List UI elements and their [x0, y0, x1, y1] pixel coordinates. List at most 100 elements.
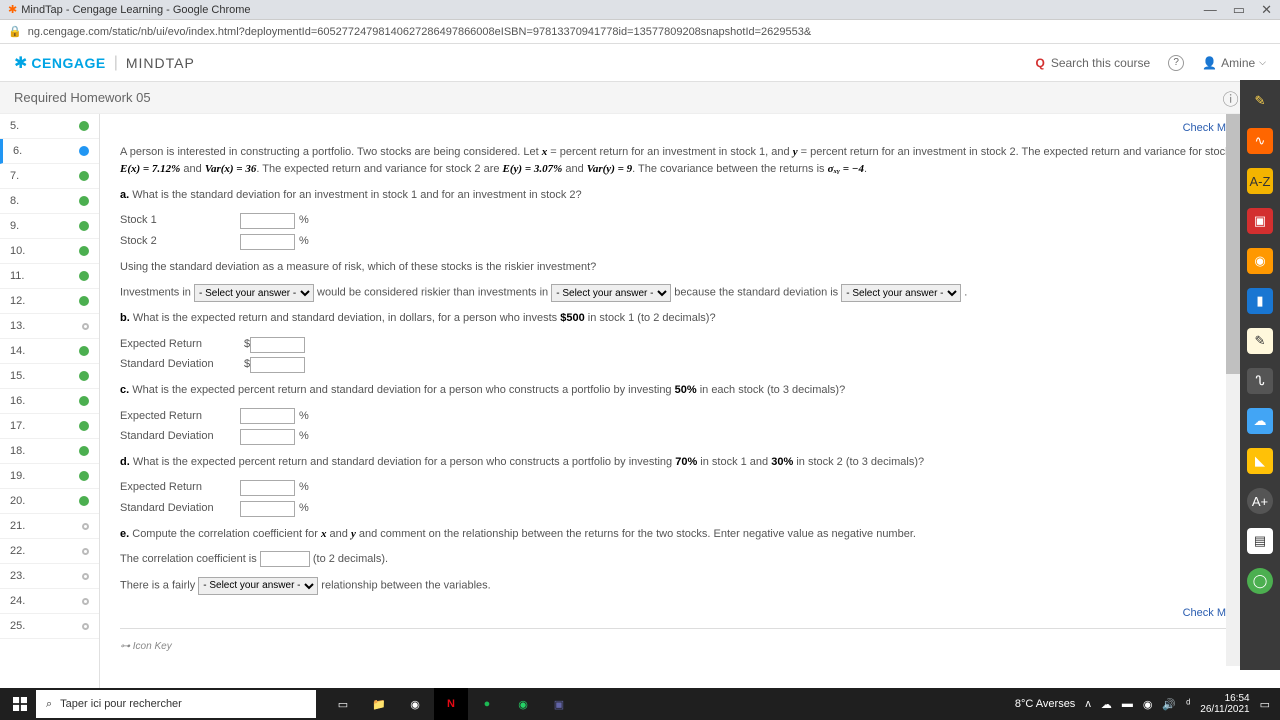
battery-icon[interactable]: ▬ [1122, 698, 1133, 710]
rss-icon[interactable]: ∿ [1247, 128, 1273, 154]
nav-item-11[interactable]: 11. [0, 264, 99, 289]
corr-input[interactable] [260, 551, 310, 567]
note-icon[interactable]: ✎ [1247, 328, 1273, 354]
notifications-icon[interactable]: ▭ [1260, 698, 1270, 711]
status-dot [79, 296, 89, 306]
status-dot [82, 598, 89, 605]
clock[interactable]: 16:54 26/11/2021 [1200, 693, 1249, 715]
stock2-input[interactable] [240, 234, 295, 250]
nav-item-12[interactable]: 12. [0, 289, 99, 314]
nav-item-8[interactable]: 8. [0, 189, 99, 214]
question-intro: A person is interested in constructing a… [120, 144, 1260, 179]
status-dot [82, 548, 89, 555]
icon-key: ⊶ Icon Key [120, 639, 1260, 655]
nav-item-22[interactable]: 22. [0, 539, 99, 564]
spotify-icon[interactable]: ● [470, 688, 504, 720]
nav-item-21[interactable]: 21. [0, 514, 99, 539]
nav-item-5[interactable]: 5. [0, 114, 99, 139]
nav-item-24[interactable]: 24. [0, 589, 99, 614]
browser-tab[interactable]: ✱ MindTap - Cengage Learning - Google Ch… [8, 3, 1204, 16]
part-e: e. Compute the correlation coefficient f… [120, 526, 1260, 544]
scrollbar[interactable] [1226, 114, 1240, 666]
part-d: d. What is the expected percent return a… [120, 454, 1260, 472]
d-expret-input[interactable] [240, 480, 295, 496]
check-my-work-bottom[interactable]: Check My Work [120, 605, 1260, 623]
onedrive-tray-icon[interactable]: ☁ [1101, 698, 1112, 711]
nav-item-6[interactable]: 6. [0, 139, 99, 164]
aplus-icon[interactable]: A+ [1247, 488, 1273, 514]
relationship-select[interactable]: - Select your answer - [198, 577, 318, 595]
nav-item-13[interactable]: 13. [0, 314, 99, 339]
nav-item-17[interactable]: 17. [0, 414, 99, 439]
riskier-select-3[interactable]: - Select your answer - [841, 284, 961, 302]
d-stddev-label: Standard Deviation [120, 500, 240, 518]
stock1-label: Stock 1 [120, 212, 240, 230]
explorer-icon[interactable]: 📁 [362, 688, 396, 720]
drive-icon[interactable]: ◣ [1247, 448, 1273, 474]
az-icon[interactable]: A-Z [1247, 168, 1273, 194]
wifi-icon[interactable]: ◉ [1143, 698, 1153, 711]
user-menu[interactable]: 👤 Amine ⌵ [1202, 56, 1266, 70]
riskier-select-2[interactable]: - Select your answer - [551, 284, 671, 302]
status-dot [79, 146, 89, 156]
b-stddev-input[interactable] [250, 357, 305, 373]
status-dot [82, 623, 89, 630]
nav-item-14[interactable]: 14. [0, 339, 99, 364]
stock1-input[interactable] [240, 213, 295, 229]
green-circle-icon[interactable]: ◯ [1247, 568, 1273, 594]
start-button[interactable] [4, 688, 36, 720]
help-icon[interactable]: ? [1168, 55, 1184, 71]
part-c: c. What is the expected percent return a… [120, 382, 1260, 400]
volume-icon[interactable]: 🔊 [1162, 698, 1176, 711]
nav-item-7[interactable]: 7. [0, 164, 99, 189]
task-view-icon[interactable]: ▭ [326, 688, 360, 720]
highlighter-icon[interactable]: ✎ [1247, 88, 1273, 114]
office-icon[interactable]: ▣ [1247, 208, 1273, 234]
nav-item-16[interactable]: 16. [0, 389, 99, 414]
orange-app-icon[interactable]: ◉ [1247, 248, 1273, 274]
lang-icon[interactable]: ᵈ [1186, 698, 1190, 710]
nav-item-18[interactable]: 18. [0, 439, 99, 464]
c-expret-label: Expected Return [120, 408, 240, 426]
c-expret-input[interactable] [240, 408, 295, 424]
url-text[interactable]: ng.cengage.com/static/nb/ui/evo/index.ht… [28, 26, 812, 38]
nav-item-15[interactable]: 15. [0, 364, 99, 389]
whatsapp-icon[interactable]: ◉ [506, 688, 540, 720]
b-expret-input[interactable] [250, 337, 305, 353]
status-dot [79, 196, 89, 206]
chevron-down-icon: ⌵ [1259, 57, 1266, 68]
user-icon: 👤 [1202, 56, 1217, 70]
minimize-button[interactable]: — [1204, 2, 1217, 18]
status-dot [79, 171, 89, 181]
tray-chevron-icon[interactable]: ʌ [1085, 698, 1091, 710]
nav-item-19[interactable]: 19. [0, 464, 99, 489]
cengage-logo: CENGAGE [31, 55, 105, 71]
teams-icon[interactable]: ▣ [542, 688, 576, 720]
nav-item-10[interactable]: 10. [0, 239, 99, 264]
nav-item-23[interactable]: 23. [0, 564, 99, 589]
status-dot [79, 446, 89, 456]
nav-item-20[interactable]: 20. [0, 489, 99, 514]
nav-item-9[interactable]: 9. [0, 214, 99, 239]
status-dot [79, 471, 89, 481]
info-icon[interactable]: ⓘ [1223, 86, 1239, 110]
close-button[interactable]: ✕ [1261, 2, 1272, 18]
nav-item-25[interactable]: 25. [0, 614, 99, 639]
book-icon[interactable]: ▮ [1247, 288, 1273, 314]
search-icon: ⌕ [46, 698, 52, 711]
chrome-icon[interactable]: ◉ [398, 688, 432, 720]
cloud-icon[interactable]: ☁ [1247, 408, 1273, 434]
weather-widget[interactable]: 8°C Averses [1015, 698, 1075, 710]
search-course[interactable]: Q Search this course [1035, 56, 1150, 70]
check-my-work-top[interactable]: Check My Work [120, 120, 1260, 138]
maximize-button[interactable]: ▭ [1233, 2, 1245, 18]
lock-icon: 🔒 [8, 25, 22, 38]
riskier-select-1[interactable]: - Select your answer - [194, 284, 314, 302]
status-dot [79, 371, 89, 381]
code-icon[interactable]: ᔐ [1247, 368, 1273, 394]
d-stddev-input[interactable] [240, 501, 295, 517]
netflix-icon[interactable]: N [434, 688, 468, 720]
c-stddev-input[interactable] [240, 429, 295, 445]
doc-icon[interactable]: ▤ [1247, 528, 1273, 554]
taskbar-search[interactable]: ⌕ Taper ici pour rechercher [36, 690, 316, 718]
